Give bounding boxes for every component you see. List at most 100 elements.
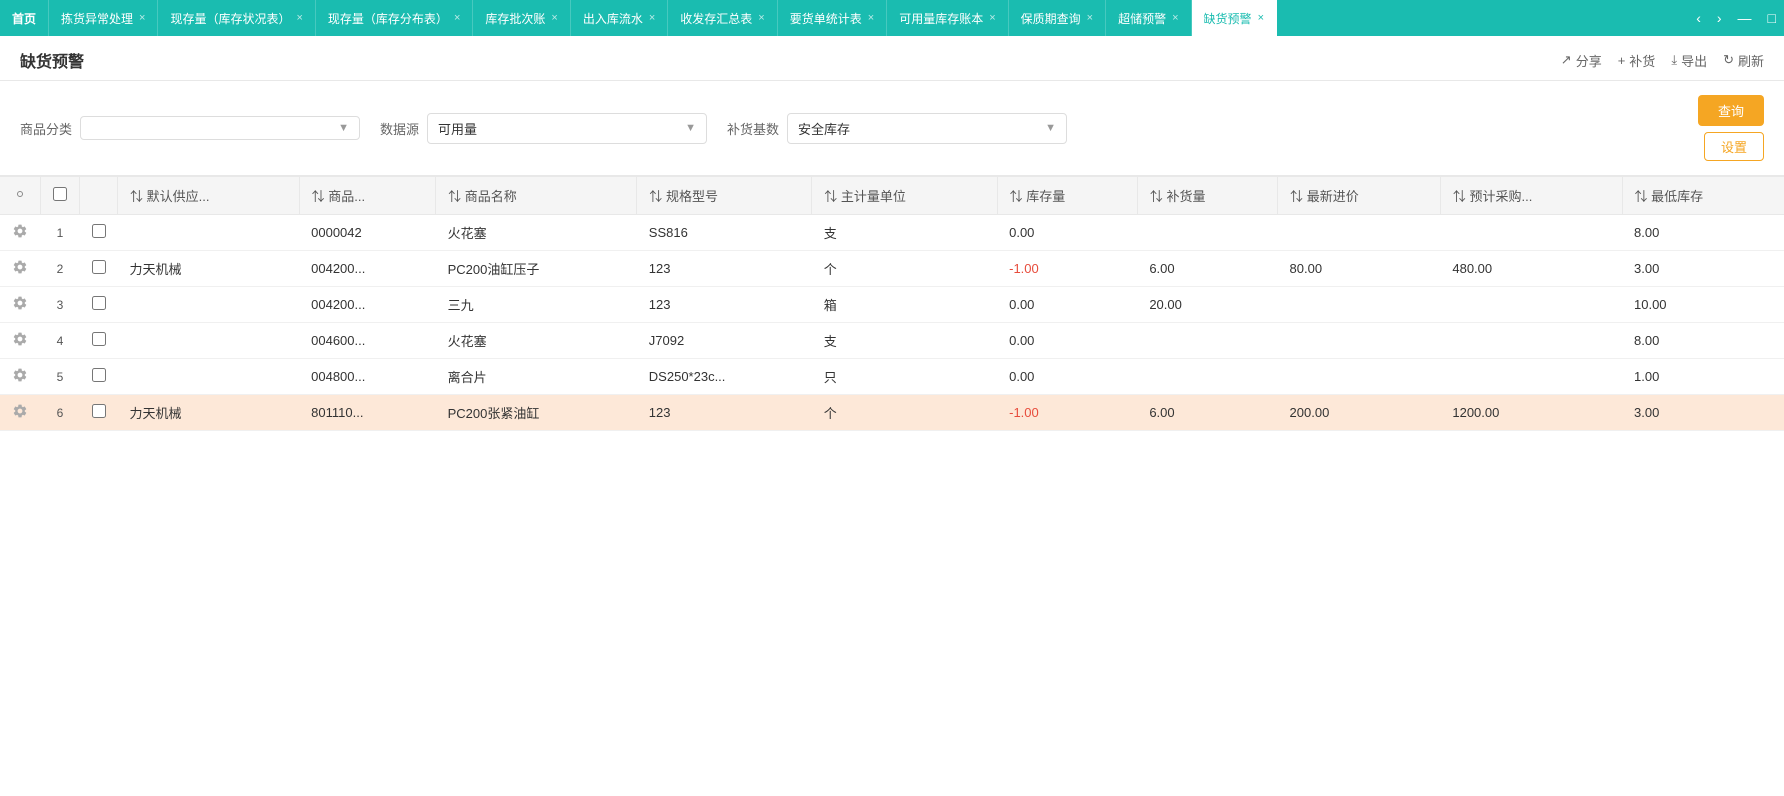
tab-maximize-button[interactable]: □ [1760, 0, 1784, 36]
settings-icon[interactable] [12, 331, 28, 347]
replenish-base-label: 补货基数 [727, 119, 779, 138]
settings-icon[interactable] [12, 295, 28, 311]
tab-close-9[interactable]: × [1087, 12, 1093, 24]
row-product-code: 004600... [299, 323, 435, 359]
row-select-checkbox[interactable] [92, 332, 106, 346]
row-checkbox-cell: 4 [41, 323, 80, 359]
col-header-default-supplier: ⇅ 默认供应... [118, 177, 300, 215]
row-latest-price [1278, 215, 1441, 251]
refresh-action[interactable]: ↻ 刷新 [1723, 51, 1764, 70]
tab-close-6[interactable]: × [758, 12, 764, 24]
row-stock: 0.00 [997, 359, 1137, 395]
row-select-checkbox[interactable] [92, 404, 106, 418]
row-index: 3 [57, 298, 64, 312]
datasource-value: 可用量 [438, 119, 477, 138]
sort-icon: ⇅ [1010, 189, 1023, 204]
tab-10[interactable]: 超储预警 × [1106, 0, 1191, 36]
row-est-purchase [1440, 215, 1622, 251]
row-replenish-qty [1137, 323, 1277, 359]
tab-prev-button[interactable]: ‹ [1688, 0, 1709, 36]
share-icon: ↗ [1561, 52, 1572, 68]
row-stock: 0.00 [997, 215, 1137, 251]
row-product-name: PC200油缸压子 [436, 251, 637, 287]
settings-icon[interactable] [12, 259, 28, 275]
row-select-checkbox[interactable] [92, 260, 106, 274]
gear-icon[interactable] [12, 186, 28, 202]
row-est-purchase [1440, 323, 1622, 359]
row-product-code: 004200... [299, 251, 435, 287]
row-checkbox-col [80, 287, 118, 323]
row-product-code: 801110... [299, 395, 435, 431]
tab-11[interactable]: 缺货预警 × [1192, 0, 1277, 36]
tab-close-10[interactable]: × [1172, 12, 1178, 24]
tab-close-5[interactable]: × [649, 12, 655, 24]
tab-6[interactable]: 收发存汇总表 × [668, 0, 777, 36]
row-gear-cell [0, 287, 41, 323]
tab-bar: 首页 拣货异常处理 × 现存量（库存状况表） × 现存量（库存分布表） × 库存… [0, 0, 1784, 36]
row-select-checkbox[interactable] [92, 224, 106, 238]
tab-close-11[interactable]: × [1258, 12, 1264, 24]
row-select-checkbox[interactable] [92, 368, 106, 382]
tab-9[interactable]: 保质期查询 × [1009, 0, 1106, 36]
datasource-select[interactable]: 可用量 ▼ [427, 113, 707, 144]
row-latest-price [1278, 323, 1441, 359]
share-action[interactable]: ↗ 分享 [1561, 51, 1602, 70]
tab-close-3[interactable]: × [454, 12, 460, 24]
filter-group-datasource: 数据源 可用量 ▼ [380, 113, 707, 144]
row-gear-cell [0, 251, 41, 287]
filter-actions-right: 查询 设置 [1698, 95, 1764, 161]
sort-icon: ⇅ [1150, 189, 1163, 204]
row-replenish-qty: 6.00 [1137, 395, 1277, 431]
tab-close-1[interactable]: × [139, 12, 145, 24]
tab-minimize-button[interactable]: — [1730, 0, 1760, 36]
table-row: 2 力天机械 004200... PC200油缸压子 123 个 -1.00 6… [0, 251, 1784, 287]
tab-close-8[interactable]: × [989, 12, 995, 24]
settings-icon[interactable] [12, 403, 28, 419]
replenish-base-value: 安全库存 [798, 119, 850, 138]
tab-7[interactable]: 要货单统计表 × [778, 0, 887, 36]
row-est-purchase: 1200.00 [1440, 395, 1622, 431]
tab-8[interactable]: 可用量库存账本 × [887, 0, 1008, 36]
tab-next-button[interactable]: › [1709, 0, 1730, 36]
row-spec: 123 [637, 287, 812, 323]
settings-icon[interactable] [12, 367, 28, 383]
sort-icon: ⇅ [448, 189, 461, 204]
row-min-stock: 3.00 [1622, 395, 1784, 431]
query-button[interactable]: 查询 [1698, 95, 1764, 126]
row-est-purchase [1440, 287, 1622, 323]
tab-close-2[interactable]: × [296, 12, 302, 24]
col-header-checkbox [41, 177, 80, 215]
col-header-est-purchase: ⇅ 预计采购... [1440, 177, 1622, 215]
sort-icon: ⇅ [312, 189, 325, 204]
filter-group-category: 商品分类 ▼ [20, 116, 360, 140]
row-min-stock: 10.00 [1622, 287, 1784, 323]
tab-3[interactable]: 现存量（库存分布表） × [316, 0, 473, 36]
row-min-stock: 1.00 [1622, 359, 1784, 395]
row-stock: -1.00 [997, 395, 1137, 431]
row-select-checkbox[interactable] [92, 296, 106, 310]
tab-2[interactable]: 现存量（库存状况表） × [158, 0, 315, 36]
tab-close-4[interactable]: × [551, 12, 557, 24]
sort-icon: ⇅ [130, 189, 143, 204]
refresh-icon: ↻ [1723, 52, 1734, 68]
row-unit: 箱 [812, 287, 997, 323]
col-header-min-stock: ⇅ 最低库存 [1622, 177, 1784, 215]
category-select[interactable]: ▼ [80, 116, 360, 140]
select-all-checkbox[interactable] [53, 187, 67, 201]
replenish-base-select[interactable]: 安全库存 ▼ [787, 113, 1067, 144]
row-replenish-qty: 20.00 [1137, 287, 1277, 323]
settings-icon[interactable] [12, 223, 28, 239]
tab-close-7[interactable]: × [868, 12, 874, 24]
settings-button[interactable]: 设置 [1704, 132, 1764, 161]
tab-4[interactable]: 库存批次账 × [473, 0, 570, 36]
tab-1[interactable]: 拣货异常处理 × [49, 0, 158, 36]
replenish-action[interactable]: + 补货 [1618, 51, 1656, 70]
row-unit: 只 [812, 359, 997, 395]
tab-5[interactable]: 出入库流水 × [571, 0, 668, 36]
row-product-code: 004200... [299, 287, 435, 323]
row-checkbox-cell: 1 [41, 215, 80, 251]
main-content: 缺货预警 ↗ 分享 + 补货 ⤓ 导出 ↻ 刷新 商品分类 [0, 36, 1784, 796]
datasource-chevron-icon: ▼ [685, 122, 696, 134]
tab-home[interactable]: 首页 [0, 0, 49, 36]
export-action[interactable]: ⤓ 导出 [1671, 51, 1707, 70]
